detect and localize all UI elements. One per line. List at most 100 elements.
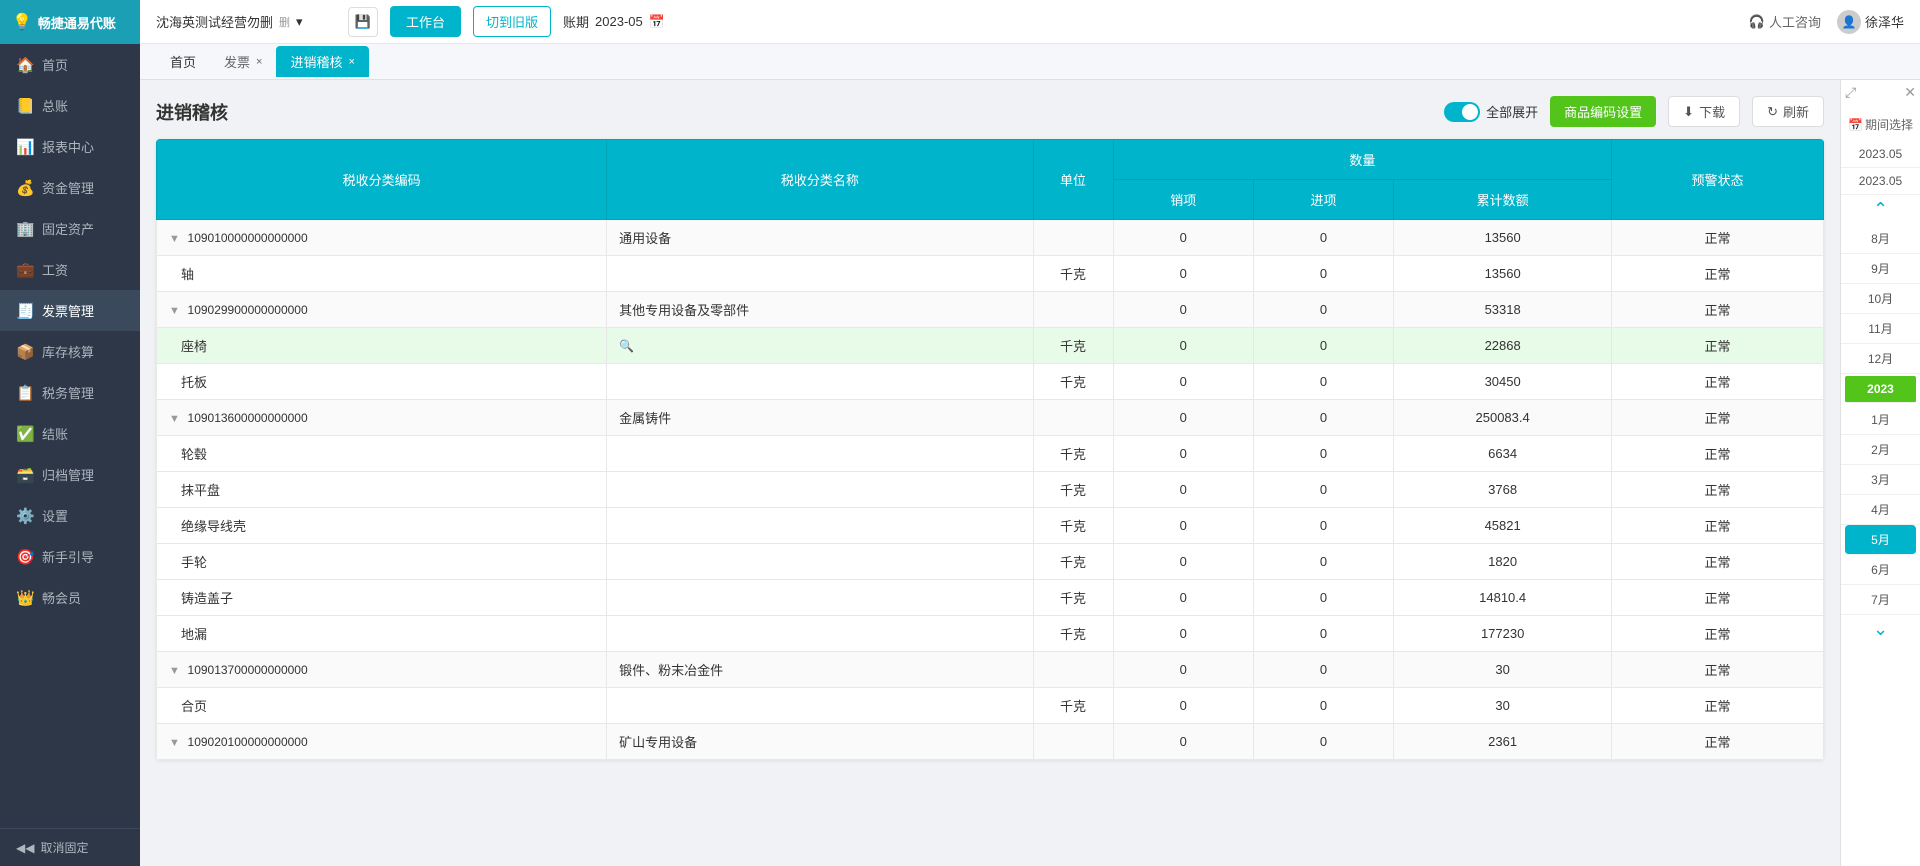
cell-purchase: 0	[1253, 652, 1393, 688]
page-content: 进销稽核 全部展开 商品编码设置 ⬇ 下载 ↻ 刷	[140, 80, 1840, 866]
cell-status: 正常	[1612, 724, 1824, 760]
sidebar-item-inventory[interactable]: 📦 库存核算	[0, 331, 140, 372]
month-5[interactable]: 5月	[1845, 525, 1916, 555]
sidebar-item-archive[interactable]: 🗃️ 归档管理	[0, 454, 140, 495]
month-6[interactable]: 6月	[1841, 555, 1920, 585]
th-total: 累计数额	[1394, 180, 1612, 220]
product-code-button[interactable]: 商品编码设置	[1550, 96, 1656, 127]
sidebar-item-fund[interactable]: 💰 资金管理	[0, 167, 140, 208]
table-row[interactable]: 手轮 千克 0 0 1820 正常	[157, 544, 1824, 580]
user-menu[interactable]: 👤 徐泽华	[1837, 10, 1904, 34]
switch-version-button[interactable]: 切到旧版	[473, 6, 551, 37]
table-row[interactable]: ▼ 109013600000000000 金属铸件 0 0 250083.4 正…	[157, 400, 1824, 436]
cell-name: 合页	[157, 688, 607, 724]
download-button[interactable]: ⬇ 下载	[1668, 96, 1740, 127]
table-row[interactable]: ▼ 109020100000000000 矿山专用设备 0 0 2361 正常	[157, 724, 1824, 760]
sidebar-item-guide[interactable]: 🎯 新手引导	[0, 536, 140, 577]
sidebar-item-home[interactable]: 🏠 首页	[0, 44, 140, 85]
reconcile-table: 税收分类编码 税收分类名称 单位 数量 预警状态 销项 进项 累计数额	[156, 139, 1824, 760]
sidebar-item-settings[interactable]: ⚙️ 设置	[0, 495, 140, 536]
cell-sales: 0	[1113, 580, 1253, 616]
table-row[interactable]: 托板 千克 0 0 30450 正常	[157, 364, 1824, 400]
month-4[interactable]: 4月	[1841, 495, 1920, 525]
cell-extra	[607, 472, 1033, 508]
sidebar-item-label: 税务管理	[42, 383, 94, 402]
sidebar-item-fixed-asset[interactable]: 🏢 固定资产	[0, 208, 140, 249]
cell-status: 正常	[1612, 220, 1824, 256]
sidebar-unpin[interactable]: ◀◀ 取消固定	[0, 828, 140, 866]
table-row[interactable]: 座椅 🔍 千克 0 0 22868 正常	[157, 328, 1824, 364]
tab-invoice[interactable]: 发票 ×	[210, 46, 276, 77]
month-3[interactable]: 3月	[1841, 465, 1920, 495]
sidebar-item-invoice[interactable]: 🧾 发票管理	[0, 290, 140, 331]
month-10[interactable]: 10月	[1841, 284, 1920, 314]
table-row[interactable]: 合页 千克 0 0 30 正常	[157, 688, 1824, 724]
cell-unit: 千克	[1033, 436, 1113, 472]
main-area: 沈海英测试经营勿删 删 ▾ 💾 工作台 切到旧版 账期 2023-05 📅 🎧 …	[140, 0, 1920, 866]
chevron-down-icon[interactable]: ▾	[296, 14, 303, 30]
calendar-icon[interactable]: 📅	[649, 14, 665, 30]
cell-total: 13560	[1394, 256, 1612, 292]
expand-toggle[interactable]: 全部展开	[1444, 102, 1538, 122]
sidebar-item-salary[interactable]: 💼 工资	[0, 249, 140, 290]
period-item-0[interactable]: 2023.05	[1841, 141, 1920, 168]
sidebar-item-member[interactable]: 👑 畅会员	[0, 577, 140, 618]
workbench-button[interactable]: 工作台	[390, 6, 461, 37]
save-button[interactable]: 💾	[348, 7, 378, 37]
cell-unit	[1033, 220, 1113, 256]
save-icon: 💾	[355, 14, 371, 30]
tab-invoice-close[interactable]: ×	[256, 56, 262, 68]
table-row[interactable]: ▼ 109013700000000000 锻件、粉末冶金件 0 0 30 正常	[157, 652, 1824, 688]
month-7[interactable]: 7月	[1841, 585, 1920, 615]
cell-extra	[607, 580, 1033, 616]
table-row[interactable]: 地漏 千克 0 0 177230 正常	[157, 616, 1824, 652]
cell-unit: 千克	[1033, 256, 1113, 292]
period-value: 2023-05	[595, 14, 643, 29]
page-title: 进销稽核	[156, 99, 228, 125]
table-row[interactable]: 铸造盖子 千克 0 0 14810.4 正常	[157, 580, 1824, 616]
sidebar-item-ledger[interactable]: 📒 总账	[0, 85, 140, 126]
member-icon: 👑	[16, 589, 34, 607]
table-row[interactable]: 轴 千克 0 0 13560 正常	[157, 256, 1824, 292]
cell-status: 正常	[1612, 508, 1824, 544]
cell-name: 抹平盘	[157, 472, 607, 508]
table-row[interactable]: 绝缘导线壳 千克 0 0 45821 正常	[157, 508, 1824, 544]
avatar: 👤	[1837, 10, 1861, 34]
expand-panel-icon[interactable]: ⤢	[1845, 84, 1856, 101]
cell-total: 22868	[1394, 328, 1612, 364]
refresh-button[interactable]: ↻ 刷新	[1752, 96, 1824, 127]
tab-reconcile-close[interactable]: ×	[348, 56, 354, 68]
month-8[interactable]: 8月	[1841, 224, 1920, 254]
sidebar-nav: 🏠 首页 📒 总账 📊 报表中心 💰 资金管理 🏢 固定资产 💼 工资 🧾 发票…	[0, 44, 140, 828]
collapse-up-button[interactable]: ⌃	[1841, 195, 1920, 224]
period-select-title: 📅 期间选择	[1841, 108, 1920, 141]
sidebar-item-label: 发票管理	[42, 301, 94, 320]
table-row[interactable]: ▼ 109029900000000000 其他专用设备及零部件 0 0 5331…	[157, 292, 1824, 328]
cell-code: ▼ 109029900000000000	[157, 292, 607, 328]
period-item-1[interactable]: 2023.05	[1841, 168, 1920, 195]
collapse-down-button[interactable]: ⌄	[1841, 615, 1920, 644]
sidebar-item-tax[interactable]: 📋 税务管理	[0, 372, 140, 413]
service-button[interactable]: 🎧 人工咨询	[1749, 12, 1821, 31]
month-11[interactable]: 11月	[1841, 314, 1920, 344]
table-row[interactable]: 轮毂 千克 0 0 6634 正常	[157, 436, 1824, 472]
month-2[interactable]: 2月	[1841, 435, 1920, 465]
cell-code: ▼ 109020100000000000	[157, 724, 607, 760]
month-1[interactable]: 1月	[1841, 405, 1920, 435]
close-panel-button[interactable]: ✕	[1904, 84, 1916, 101]
cell-purchase: 0	[1253, 400, 1393, 436]
cell-sales: 0	[1113, 220, 1253, 256]
sidebar-item-report[interactable]: 📊 报表中心	[0, 126, 140, 167]
table-row[interactable]: ▼ 109010000000000000 通用设备 0 0 13560 正常	[157, 220, 1824, 256]
sidebar-item-settlement[interactable]: ✅ 结账	[0, 413, 140, 454]
tab-home[interactable]: 首页	[156, 46, 210, 77]
company-delete[interactable]: 删	[279, 14, 290, 30]
table-row[interactable]: 抹平盘 千克 0 0 3768 正常	[157, 472, 1824, 508]
cell-total: 30450	[1394, 364, 1612, 400]
company-selector[interactable]: 沈海英测试经营勿删 删 ▾	[156, 12, 336, 31]
tab-reconcile[interactable]: 进销稽核 ×	[276, 46, 368, 77]
month-12[interactable]: 12月	[1841, 344, 1920, 374]
toggle-track[interactable]	[1444, 102, 1480, 122]
month-9[interactable]: 9月	[1841, 254, 1920, 284]
year-2023[interactable]: 2023	[1845, 376, 1916, 403]
